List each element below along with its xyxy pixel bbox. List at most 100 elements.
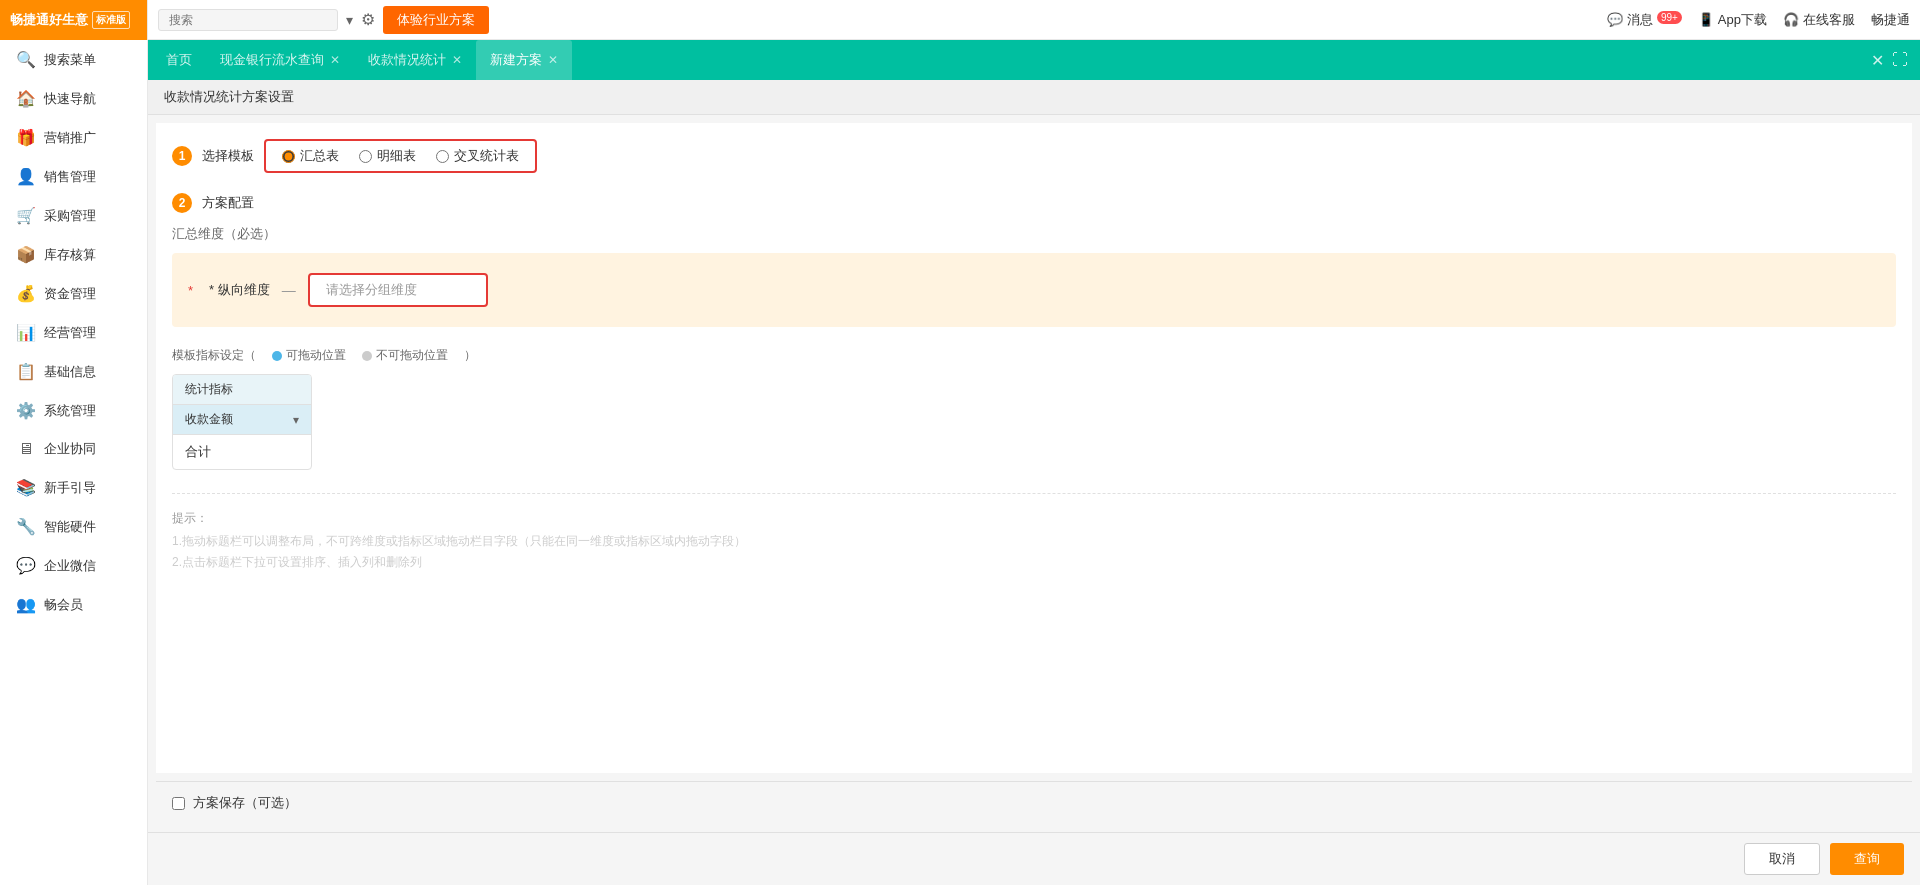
sidebar-item-hardware[interactable]: 🔧 智能硬件 [0, 507, 147, 546]
sidebar-item-label: 企业微信 [44, 557, 96, 575]
sidebar-item-quick-nav[interactable]: 🏠 快速导航 [0, 79, 147, 118]
non-draggable-label: 不可拖动位置 [376, 347, 448, 364]
online-service-btn[interactable]: 🎧 在线客服 [1783, 11, 1855, 29]
app-download-label: App下载 [1718, 11, 1767, 29]
tab-home-label: 首页 [166, 51, 192, 69]
radio-detail[interactable]: 明细表 [359, 147, 416, 165]
sales-icon: 👤 [16, 167, 36, 186]
tab-collection-stat[interactable]: 收款情况统计 ✕ [354, 40, 476, 80]
close-collection-stat-tab-icon[interactable]: ✕ [452, 53, 462, 67]
logo-text: 畅捷通好生意 [10, 11, 88, 29]
sidebar-item-label: 畅会员 [44, 596, 83, 614]
sidebar-item-member[interactable]: 👥 畅会员 [0, 585, 147, 624]
step1-header: 1 选择模板 汇总表 明细表 交叉统计表 [172, 139, 1896, 173]
sidebar-item-sales[interactable]: 👤 销售管理 [0, 157, 147, 196]
radio-cross-input[interactable] [436, 150, 449, 163]
tips-title: 提示： [172, 510, 1896, 527]
step2-header: 2 方案配置 [172, 193, 1896, 213]
cancel-button[interactable]: 取消 [1744, 843, 1820, 875]
basic-info-icon: 📋 [16, 362, 36, 381]
save-checkbox[interactable] [172, 797, 185, 810]
sidebar-item-purchase[interactable]: 🛒 采购管理 [0, 196, 147, 235]
vertical-dimension-label: * 纵向维度 [209, 281, 270, 299]
sidebar-item-wechat[interactable]: 💬 企业微信 [0, 546, 147, 585]
radio-summary-label: 汇总表 [300, 147, 339, 165]
sidebar-item-basic-info[interactable]: 📋 基础信息 [0, 352, 147, 391]
tab-new-plan-label: 新建方案 [490, 51, 542, 69]
edition-badge: 标准版 [92, 11, 130, 29]
tab-home[interactable]: 首页 [152, 40, 206, 80]
home-icon: 🏠 [16, 89, 36, 108]
sidebar-item-marketing[interactable]: 🎁 营销推广 [0, 118, 147, 157]
chevron-down-icon[interactable]: ▾ [346, 12, 353, 28]
member-icon: 👥 [16, 595, 36, 614]
industry-btn[interactable]: 体验行业方案 [383, 6, 489, 34]
sidebar-item-search-menu[interactable]: 🔍 搜索菜单 [0, 40, 147, 79]
hardware-icon: 🔧 [16, 517, 36, 536]
sidebar-item-label: 采购管理 [44, 207, 96, 225]
sidebar-item-finance[interactable]: 💰 资金管理 [0, 274, 147, 313]
query-button[interactable]: 查询 [1830, 843, 1904, 875]
wechat-icon: 💬 [16, 556, 36, 575]
save-option-label[interactable]: 方案保存（可选） [193, 794, 297, 812]
radio-cross[interactable]: 交叉统计表 [436, 147, 519, 165]
dimension-title: 汇总维度（必选） [172, 225, 1896, 243]
notifications-btn[interactable]: 💬 消息 99+ [1607, 11, 1682, 29]
step2-section: 2 方案配置 汇总维度（必选） * * 纵向维度 — 请选择分组维度 [172, 193, 1896, 571]
dimension-select[interactable]: 请选择分组维度 [308, 273, 488, 307]
sidebar-item-business[interactable]: 📊 经营管理 [0, 313, 147, 352]
sidebar-item-system[interactable]: ⚙️ 系统管理 [0, 391, 147, 430]
tab-bank-flow[interactable]: 现金银行流水查询 ✕ [206, 40, 354, 80]
column-header[interactable]: 收款金额 ▾ [173, 405, 311, 435]
draggable-label: 可拖动位置 [286, 347, 346, 364]
topbar-right: 💬 消息 99+ 📱 App下载 🎧 在线客服 畅捷通 [1607, 11, 1910, 29]
sidebar-item-label: 营销推广 [44, 129, 96, 147]
business-icon: 📊 [16, 323, 36, 342]
beginner-icon: 📚 [16, 478, 36, 497]
step2-number: 2 [172, 193, 192, 213]
search-input[interactable] [158, 9, 338, 31]
metrics-label-prefix: 模板指标设定（ [172, 348, 256, 362]
template-radio-group: 汇总表 明细表 交叉统计表 [264, 139, 537, 173]
sidebar-item-inventory[interactable]: 📦 库存核算 [0, 235, 147, 274]
close-bank-flow-tab-icon[interactable]: ✕ [330, 53, 340, 67]
settings-gear-icon[interactable]: ⚙ [361, 10, 375, 29]
radio-summary[interactable]: 汇总表 [282, 147, 339, 165]
system-icon: ⚙️ [16, 401, 36, 420]
page-title: 收款情况统计方案设置 [148, 80, 1920, 115]
headset-icon: 🎧 [1783, 12, 1799, 27]
notifications-badge: 99+ [1657, 11, 1682, 24]
sidebar-item-enterprise-coop[interactable]: 🖥 企业协同 [0, 430, 147, 468]
draggable-dot-icon [272, 351, 282, 361]
marketing-icon: 🎁 [16, 128, 36, 147]
metrics-header-text: 模板指标设定（ [172, 347, 256, 364]
step1-section: 1 选择模板 汇总表 明细表 交叉统计表 [172, 139, 1896, 173]
non-draggable-indicator: 不可拖动位置 [362, 347, 448, 364]
sidebar-item-label: 销售管理 [44, 168, 96, 186]
app-icon: 📱 [1698, 12, 1714, 27]
radio-summary-input[interactable] [282, 150, 295, 163]
tab-new-plan[interactable]: 新建方案 ✕ [476, 40, 572, 80]
radio-detail-input[interactable] [359, 150, 372, 163]
user-name-btn[interactable]: 畅捷通 [1871, 11, 1910, 29]
bottom-bar: 取消 查询 [148, 832, 1920, 885]
sidebar-item-label: 基础信息 [44, 363, 96, 381]
close-new-plan-tab-icon[interactable]: ✕ [548, 53, 558, 67]
sidebar-item-beginner[interactable]: 📚 新手引导 [0, 468, 147, 507]
online-service-label: 在线客服 [1803, 11, 1855, 29]
sidebar-item-label: 系统管理 [44, 402, 96, 420]
arrow-right-icon: — [282, 282, 296, 298]
main-content: ▾ ⚙ 体验行业方案 💬 消息 99+ 📱 App下载 🎧 在线客服 畅捷通 [148, 0, 1920, 885]
close-all-tabs-icon[interactable]: ✕ [1871, 51, 1884, 70]
tips-section: 提示： 1.拖动标题栏可以调整布局，不可跨维度或指标区域拖动栏目字段（只能在同一… [172, 493, 1896, 571]
tab-collection-stat-label: 收款情况统计 [368, 51, 446, 69]
sidebar: 畅捷通好生意 标准版 🔍 搜索菜单 🏠 快速导航 🎁 营销推广 👤 销售管理 🛒… [0, 0, 148, 885]
app-download-btn[interactable]: 📱 App下载 [1698, 11, 1767, 29]
non-draggable-dot-icon [362, 351, 372, 361]
radio-cross-label: 交叉统计表 [454, 147, 519, 165]
notifications-label: 消息 [1627, 11, 1653, 29]
tabs-actions: ✕ ⛶ [1871, 51, 1916, 70]
column-chevron-icon[interactable]: ▾ [293, 413, 299, 427]
column-label: 收款金额 [185, 411, 233, 428]
maximize-icon[interactable]: ⛶ [1892, 51, 1908, 69]
